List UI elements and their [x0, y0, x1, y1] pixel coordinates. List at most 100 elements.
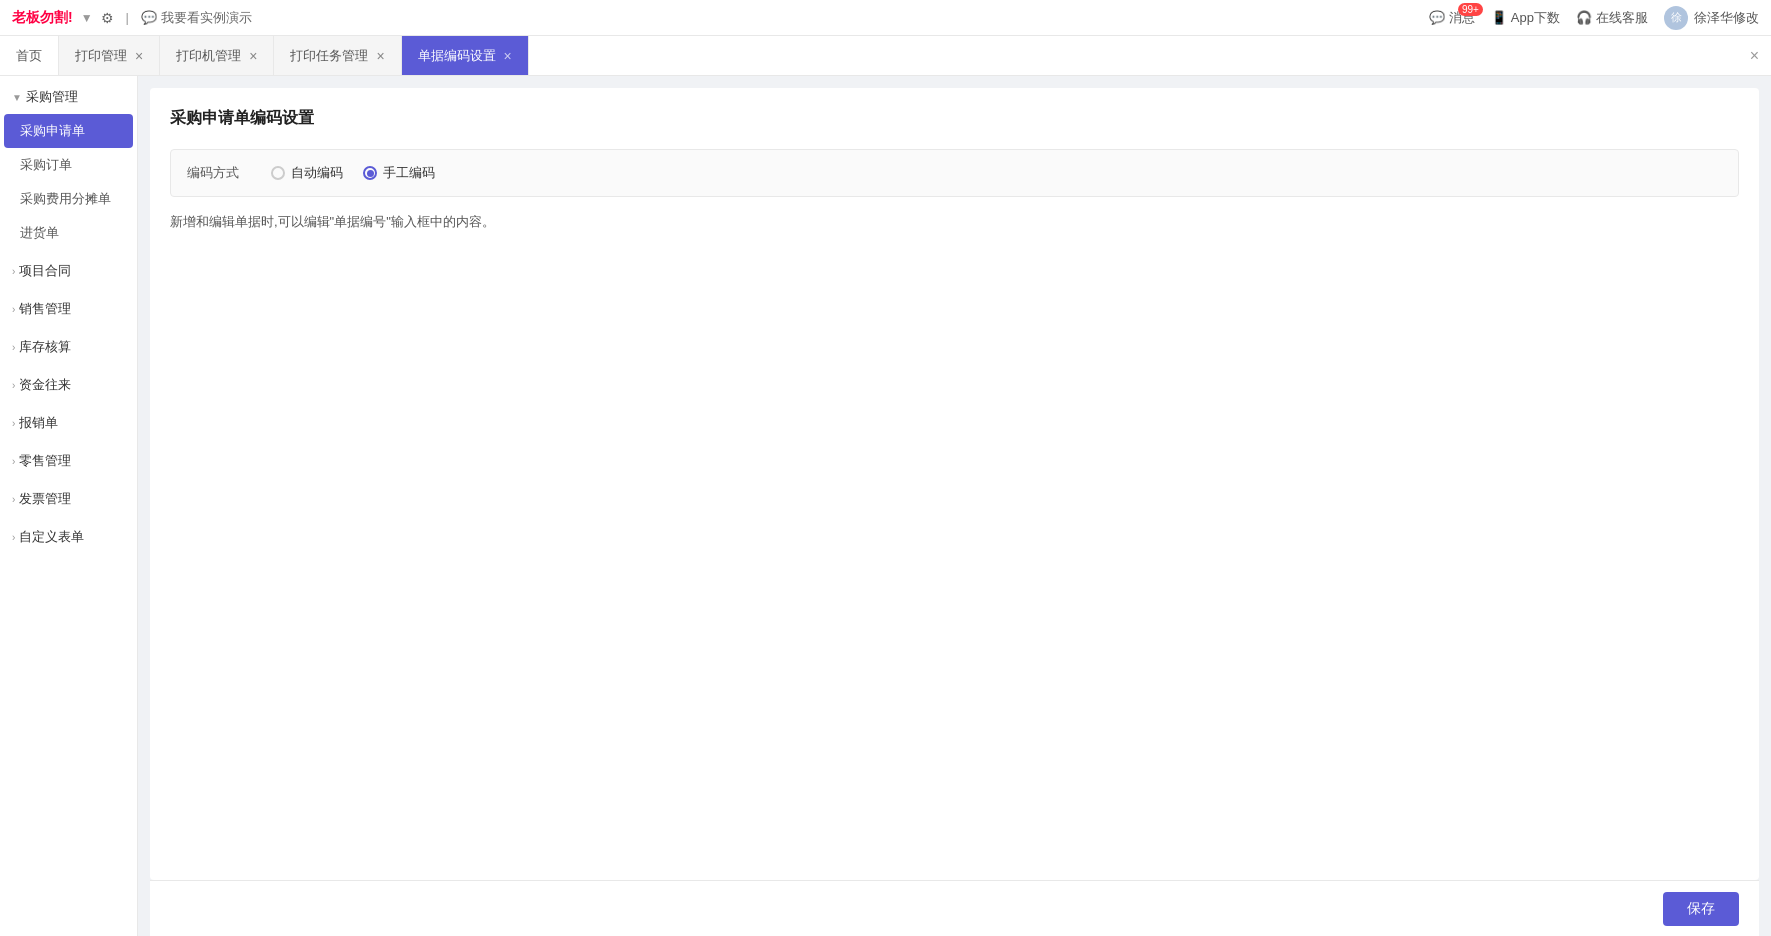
- tab-print-task-mgmt[interactable]: 打印任务管理 ×: [274, 36, 401, 75]
- sidebar-group-label-project-contract: 项目合同: [19, 262, 71, 280]
- radio-auto-circle: [271, 166, 285, 180]
- mobile-icon: 📱: [1491, 10, 1507, 25]
- sidebar-group-fund-flow: › 资金往来: [0, 368, 137, 402]
- tab-printer-mgmt[interactable]: 打印机管理 ×: [160, 36, 274, 75]
- sidebar-group-return: › 报销单: [0, 406, 137, 440]
- arrow-right-icon-7: ›: [12, 494, 15, 505]
- sidebar-group-label-custom-form: 自定义表单: [19, 528, 84, 546]
- tab-home[interactable]: 首页: [0, 36, 59, 75]
- bottom-bar: 保存: [150, 880, 1759, 936]
- sidebar-group-header-return[interactable]: › 报销单: [0, 406, 137, 440]
- sidebar-group-custom-form: › 自定义表单: [0, 520, 137, 554]
- sidebar-group-label-inventory: 库存核算: [19, 338, 71, 356]
- demo-link[interactable]: 💬 我要看实例演示: [141, 9, 252, 27]
- sidebar-group-header-project-contract[interactable]: › 项目合同: [0, 254, 137, 288]
- app-download-label: App下数: [1511, 9, 1560, 27]
- sidebar-group-label-fund-flow: 资金往来: [19, 376, 71, 394]
- tab-bar-filler: [529, 36, 1738, 75]
- sidebar-group-header-invoice-mgmt[interactable]: › 发票管理: [0, 482, 137, 516]
- sidebar-group-label-return: 报销单: [19, 414, 58, 432]
- online-service-button[interactable]: 🎧 在线客服: [1576, 9, 1648, 27]
- radio-auto-encoding[interactable]: 自动编码: [271, 164, 343, 182]
- demo-link-text: 我要看实例演示: [161, 9, 252, 27]
- message-icon: 💬: [1429, 10, 1445, 25]
- tab-bar: 首页 打印管理 × 打印机管理 × 打印任务管理 × 单据编码设置 × ×: [0, 36, 1771, 76]
- encoding-label: 编码方式: [187, 164, 247, 182]
- close-all-tabs-button[interactable]: ×: [1738, 36, 1771, 75]
- online-service-label: 在线客服: [1596, 9, 1648, 27]
- content-area: 采购申请单编码设置 编码方式 自动编码 手工编码 新增和编辑单据时,可以编辑"单…: [138, 76, 1771, 936]
- sidebar-group-header-inventory[interactable]: › 库存核算: [0, 330, 137, 364]
- sidebar-group-label-purchase-mgmt: 采购管理: [26, 88, 78, 106]
- main-layout: ▼ 采购管理 采购申请单 采购订单 采购费用分摊单 进货单 › 项目合同: [0, 76, 1771, 936]
- user-name: 徐泽华修改: [1694, 9, 1759, 27]
- sidebar-item-label-stock-in: 进货单: [20, 225, 59, 240]
- top-bar: 老板勿割! ▼ ⚙ | 💬 我要看实例演示 💬 消息 99+ 📱 App下数 🎧…: [0, 0, 1771, 36]
- radio-manual-label: 手工编码: [383, 164, 435, 182]
- sidebar-group-project-contract: › 项目合同: [0, 254, 137, 288]
- avatar: 徐: [1664, 6, 1688, 30]
- sidebar-group-retail-mgmt: › 零售管理: [0, 444, 137, 478]
- tab-home-label: 首页: [16, 47, 42, 65]
- tab-print-task-mgmt-label: 打印任务管理: [290, 47, 368, 65]
- close-all-icon: ×: [1750, 47, 1759, 65]
- sidebar-item-label-purchase-expense: 采购费用分摊单: [20, 191, 111, 206]
- app-download-button[interactable]: 📱 App下数: [1491, 9, 1560, 27]
- tab-print-task-mgmt-close[interactable]: ×: [376, 48, 384, 64]
- tab-printer-mgmt-label: 打印机管理: [176, 47, 241, 65]
- tab-single-code-setting-label: 单据编码设置: [418, 47, 496, 65]
- settings-icon[interactable]: ⚙: [101, 10, 114, 26]
- arrow-right-icon-2: ›: [12, 304, 15, 315]
- encoding-section: 编码方式 自动编码 手工编码: [170, 149, 1739, 197]
- tab-print-mgmt-label: 打印管理: [75, 47, 127, 65]
- chat-icon: 💬: [141, 10, 157, 25]
- message-button[interactable]: 💬 消息 99+: [1429, 9, 1475, 27]
- chevron-down-icon: ▼: [81, 11, 93, 25]
- arrow-right-icon-8: ›: [12, 532, 15, 543]
- tab-single-code-setting-close[interactable]: ×: [504, 48, 512, 64]
- arrow-right-icon-5: ›: [12, 418, 15, 429]
- top-bar-left: 老板勿割! ▼ ⚙ | 💬 我要看实例演示: [12, 9, 252, 27]
- content-inner: 采购申请单编码设置 编码方式 自动编码 手工编码 新增和编辑单据时,可以编辑"单…: [150, 88, 1759, 880]
- tab-print-mgmt-close[interactable]: ×: [135, 48, 143, 64]
- sidebar-item-label-purchase-request: 采购申请单: [20, 123, 85, 138]
- sidebar-group-sales-mgmt: › 销售管理: [0, 292, 137, 326]
- page-title: 采购申请单编码设置: [170, 108, 1739, 129]
- user-info[interactable]: 徐 徐泽华修改: [1664, 6, 1759, 30]
- sidebar-group-purchase-mgmt: ▼ 采购管理 采购申请单 采购订单 采购费用分摊单 进货单: [0, 80, 137, 250]
- sidebar-group-header-fund-flow[interactable]: › 资金往来: [0, 368, 137, 402]
- arrow-right-icon-6: ›: [12, 456, 15, 467]
- hint-text: 新增和编辑单据时,可以编辑"单据编号"输入框中的内容。: [170, 213, 1739, 231]
- logo-text: 老板勿割!: [12, 9, 73, 27]
- sidebar-group-inventory: › 库存核算: [0, 330, 137, 364]
- save-button[interactable]: 保存: [1663, 892, 1739, 926]
- sidebar-group-label-invoice-mgmt: 发票管理: [19, 490, 71, 508]
- tab-print-mgmt[interactable]: 打印管理 ×: [59, 36, 160, 75]
- arrow-down-icon: ▼: [12, 92, 22, 103]
- sidebar-group-label-retail-mgmt: 零售管理: [19, 452, 71, 470]
- sidebar-group-label-sales-mgmt: 销售管理: [19, 300, 71, 318]
- top-bar-right: 💬 消息 99+ 📱 App下数 🎧 在线客服 徐 徐泽华修改: [1429, 6, 1759, 30]
- radio-manual-circle: [363, 166, 377, 180]
- sidebar: ▼ 采购管理 采购申请单 采购订单 采购费用分摊单 进货单 › 项目合同: [0, 76, 138, 936]
- sidebar-group-invoice-mgmt: › 发票管理: [0, 482, 137, 516]
- divider: |: [126, 10, 129, 25]
- tab-printer-mgmt-close[interactable]: ×: [249, 48, 257, 64]
- tab-single-code-setting[interactable]: 单据编码设置 ×: [402, 36, 529, 75]
- radio-manual-encoding[interactable]: 手工编码: [363, 164, 435, 182]
- sidebar-item-label-purchase-order: 采购订单: [20, 157, 72, 172]
- sidebar-item-stock-in[interactable]: 进货单: [0, 216, 137, 250]
- sidebar-item-purchase-order[interactable]: 采购订单: [0, 148, 137, 182]
- sidebar-group-header-retail-mgmt[interactable]: › 零售管理: [0, 444, 137, 478]
- message-badge: 99+: [1458, 3, 1483, 16]
- sidebar-group-header-sales-mgmt[interactable]: › 销售管理: [0, 292, 137, 326]
- sidebar-item-purchase-request[interactable]: 采购申请单: [4, 114, 133, 148]
- sidebar-item-purchase-expense[interactable]: 采购费用分摊单: [0, 182, 137, 216]
- radio-auto-label: 自动编码: [291, 164, 343, 182]
- arrow-right-icon-4: ›: [12, 380, 15, 391]
- sidebar-group-header-custom-form[interactable]: › 自定义表单: [0, 520, 137, 554]
- arrow-right-icon-1: ›: [12, 266, 15, 277]
- sidebar-group-header-purchase-mgmt[interactable]: ▼ 采购管理: [0, 80, 137, 114]
- headset-icon: 🎧: [1576, 10, 1592, 25]
- arrow-right-icon-3: ›: [12, 342, 15, 353]
